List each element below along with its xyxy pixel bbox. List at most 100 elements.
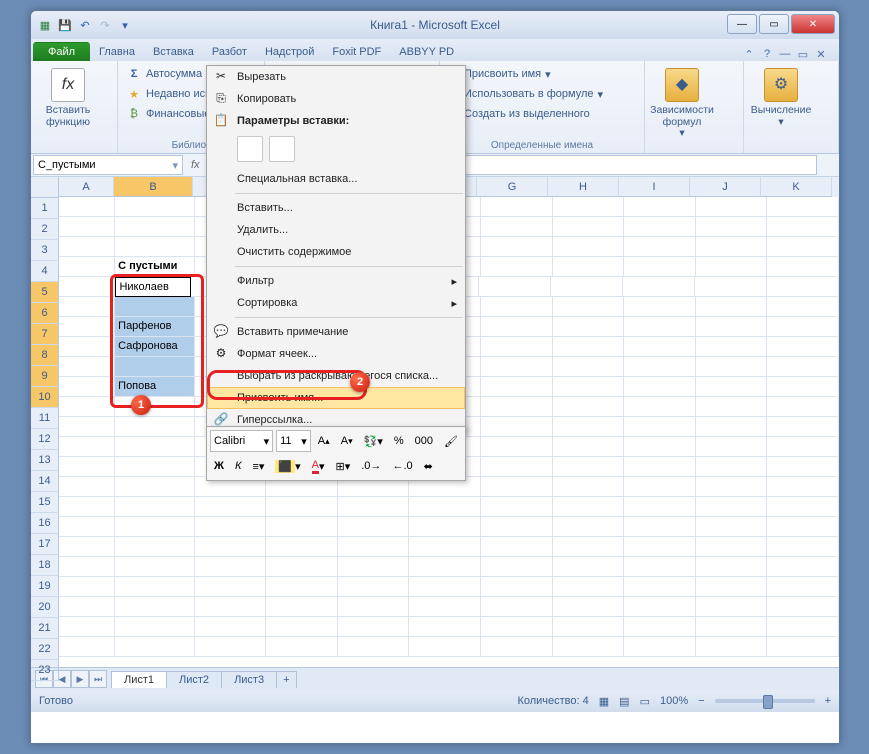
zoom-slider[interactable] [715, 699, 815, 703]
ctx-paste-special[interactable]: Специальная вставка... [207, 168, 465, 190]
shrink-font-button[interactable]: A▾ [337, 430, 357, 452]
row-header[interactable]: 16 [31, 513, 59, 534]
size-selector[interactable]: 11▾ [276, 430, 311, 452]
close-button[interactable]: ✕ [791, 14, 835, 34]
row-header[interactable]: 5 [31, 282, 59, 303]
borders-button[interactable]: ⊞▾ [332, 455, 355, 477]
create-from-selection-button[interactable]: ▦Создать из выделенного [444, 104, 636, 124]
col-header[interactable]: A [59, 177, 114, 197]
tab-developer[interactable]: Разбот [203, 42, 256, 61]
cell-b5[interactable]: Николаев [115, 277, 191, 297]
row-header[interactable]: 3 [31, 240, 59, 261]
col-header[interactable]: K [761, 177, 832, 197]
cell-b9[interactable] [115, 357, 194, 377]
row-header[interactable]: 2 [31, 219, 59, 240]
zoom-out-button[interactable]: − [698, 695, 704, 707]
ctx-format-cells[interactable]: ⚙Формат ячеек... [207, 343, 465, 365]
sheet-nav-next-icon[interactable]: ▶ [71, 670, 89, 688]
percent-button[interactable]: % [390, 430, 408, 452]
view-pagebreak-icon[interactable]: ▭ [640, 695, 650, 708]
tab-addins[interactable]: Надстрой [256, 42, 323, 61]
minimize-button[interactable]: — [727, 14, 757, 34]
dependencies-button[interactable]: ◆ Зависимости формул ▾ [653, 64, 711, 140]
help-icon[interactable]: ? [759, 48, 775, 61]
fill-color-button[interactable]: ⬛▾ [271, 455, 304, 477]
row-header[interactable]: 13 [31, 450, 59, 471]
col-header[interactable]: B [114, 177, 193, 197]
italic-button[interactable]: К [231, 455, 245, 477]
zoom-thumb[interactable] [763, 695, 773, 709]
ctx-cut[interactable]: ✂Вырезать [207, 66, 465, 88]
row-header[interactable]: 10 [31, 387, 59, 408]
bold-button[interactable]: Ж [210, 455, 228, 477]
paste-option-1[interactable] [237, 136, 263, 162]
cell-b4[interactable]: С пустыми [115, 257, 194, 277]
row-header[interactable]: 9 [31, 366, 59, 387]
col-header[interactable]: G [477, 177, 548, 197]
font-selector[interactable]: Calibri▾ [210, 430, 273, 452]
row-header[interactable]: 14 [31, 471, 59, 492]
ctx-clear[interactable]: Очистить содержимое [207, 241, 465, 263]
format-painter-button[interactable]: 🖌 [440, 430, 462, 452]
ctx-delete[interactable]: Удалить... [207, 219, 465, 241]
ctx-dropdown-list[interactable]: Выбрать из раскрывающегося списка... [207, 365, 465, 387]
increase-decimal-button[interactable]: .0→ [357, 455, 385, 477]
align-button[interactable]: ≡▾ [248, 455, 268, 477]
sheet-tab-2[interactable]: Лист2 [166, 671, 222, 688]
row-header[interactable]: 6 [31, 303, 59, 324]
zoom-level[interactable]: 100% [660, 695, 688, 707]
cell-b10[interactable]: Попова [115, 377, 194, 397]
undo-icon[interactable]: ↶ [77, 17, 93, 33]
row-header[interactable]: 20 [31, 597, 59, 618]
ctx-assign-name[interactable]: Присвоить имя... [207, 387, 465, 409]
ctx-comment[interactable]: 💬Вставить примечание [207, 321, 465, 343]
tab-foxit[interactable]: Foxit PDF [323, 42, 390, 61]
tab-file[interactable]: Файл [33, 42, 90, 61]
font-color-button[interactable]: A▾ [308, 455, 329, 477]
calculation-button[interactable]: ⚙ Вычисление ▾ [752, 64, 810, 128]
row-header[interactable]: 22 [31, 639, 59, 660]
view-normal-icon[interactable]: ▦ [599, 695, 609, 708]
accounting-format-button[interactable]: 💱▾ [360, 430, 387, 452]
assign-name-button[interactable]: ⧉Присвоить имя ▾ [444, 64, 636, 84]
tab-abbyy[interactable]: ABBYY PD [390, 42, 463, 61]
cell-b8[interactable]: Сафронова [115, 337, 194, 357]
mdi-close-icon[interactable]: ✕ [813, 48, 829, 61]
fx-label[interactable]: fx [185, 159, 206, 171]
row-header[interactable]: 4 [31, 261, 59, 282]
cell-b7[interactable]: Парфенов [115, 317, 194, 337]
grow-font-button[interactable]: A▴ [314, 430, 334, 452]
save-icon[interactable]: 💾 [57, 17, 73, 33]
col-header[interactable]: I [619, 177, 690, 197]
view-layout-icon[interactable]: ▤ [619, 695, 629, 708]
row-header[interactable]: 8 [31, 345, 59, 366]
decrease-decimal-button[interactable]: ←.0 [388, 455, 416, 477]
ctx-sort[interactable]: Сортировка▸ [207, 292, 465, 314]
redo-icon[interactable]: ↷ [97, 17, 113, 33]
qat-more-icon[interactable]: ▾ [117, 17, 133, 33]
thousands-button[interactable]: 000 [411, 430, 437, 452]
ctx-copy[interactable]: ⎘Копировать [207, 88, 465, 110]
name-box-dropdown-icon[interactable]: ▾ [172, 159, 178, 172]
row-header[interactable]: 21 [31, 618, 59, 639]
select-all-corner[interactable] [31, 177, 59, 198]
merge-button[interactable]: ⬌ [420, 455, 437, 477]
row-header[interactable]: 12 [31, 429, 59, 450]
row-header[interactable]: 18 [31, 555, 59, 576]
ctx-filter[interactable]: Фильтр▸ [207, 270, 465, 292]
sheet-tab-1[interactable]: Лист1 [111, 671, 167, 688]
sheet-tab-3[interactable]: Лист3 [221, 671, 277, 688]
maximize-button[interactable]: ▭ [759, 14, 789, 34]
insert-function-button[interactable]: fx Вставить функцию [39, 64, 97, 128]
use-in-formula-button[interactable]: fxИспользовать в формуле ▾ [444, 84, 636, 104]
row-header[interactable]: 1 [31, 198, 59, 219]
row-header[interactable]: 23 [31, 660, 59, 681]
tab-insert[interactable]: Вставка [144, 42, 203, 61]
row-header[interactable]: 11 [31, 408, 59, 429]
new-sheet-button[interactable]: + [276, 671, 296, 688]
row-header[interactable]: 19 [31, 576, 59, 597]
mdi-minimize-icon[interactable]: — [777, 48, 793, 61]
cell-b6[interactable] [115, 297, 194, 317]
row-header[interactable]: 7 [31, 324, 59, 345]
row-header[interactable]: 17 [31, 534, 59, 555]
